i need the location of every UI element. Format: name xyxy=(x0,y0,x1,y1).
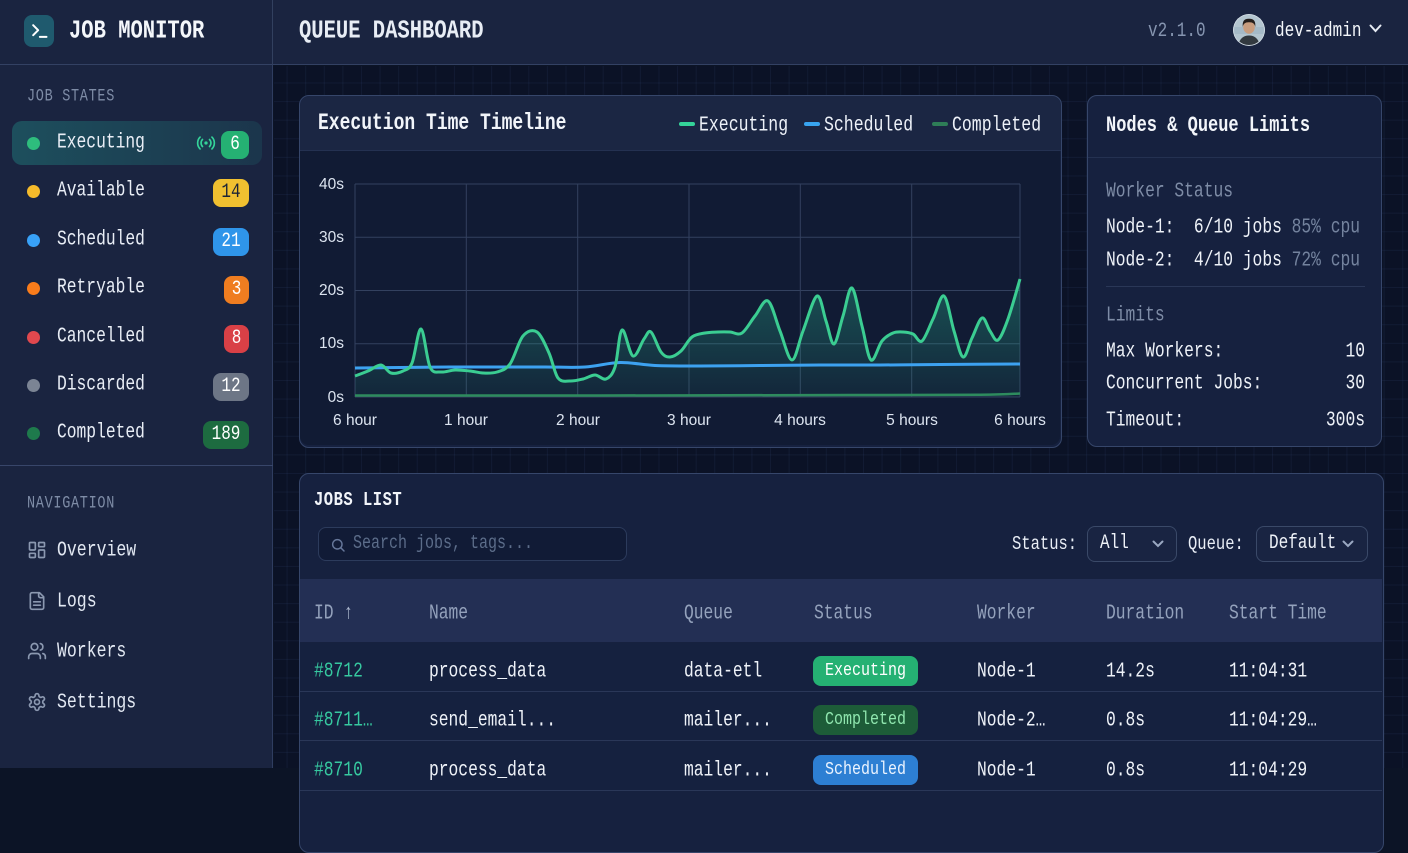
svg-text:6 hour: 6 hour xyxy=(333,412,377,429)
svg-text:10s: 10s xyxy=(319,335,344,352)
svg-text:20s: 20s xyxy=(319,282,344,299)
svg-text:3 hour: 3 hour xyxy=(667,412,711,429)
svg-text:4 hours: 4 hours xyxy=(774,412,826,429)
svg-text:30s: 30s xyxy=(319,229,344,246)
svg-text:5 hours: 5 hours xyxy=(886,412,938,429)
svg-text:2 hour: 2 hour xyxy=(556,412,600,429)
svg-text:6 hours: 6 hours xyxy=(994,412,1046,429)
svg-text:40s: 40s xyxy=(319,176,344,193)
svg-text:0s: 0s xyxy=(328,389,345,406)
svg-text:1 hour: 1 hour xyxy=(444,412,488,429)
